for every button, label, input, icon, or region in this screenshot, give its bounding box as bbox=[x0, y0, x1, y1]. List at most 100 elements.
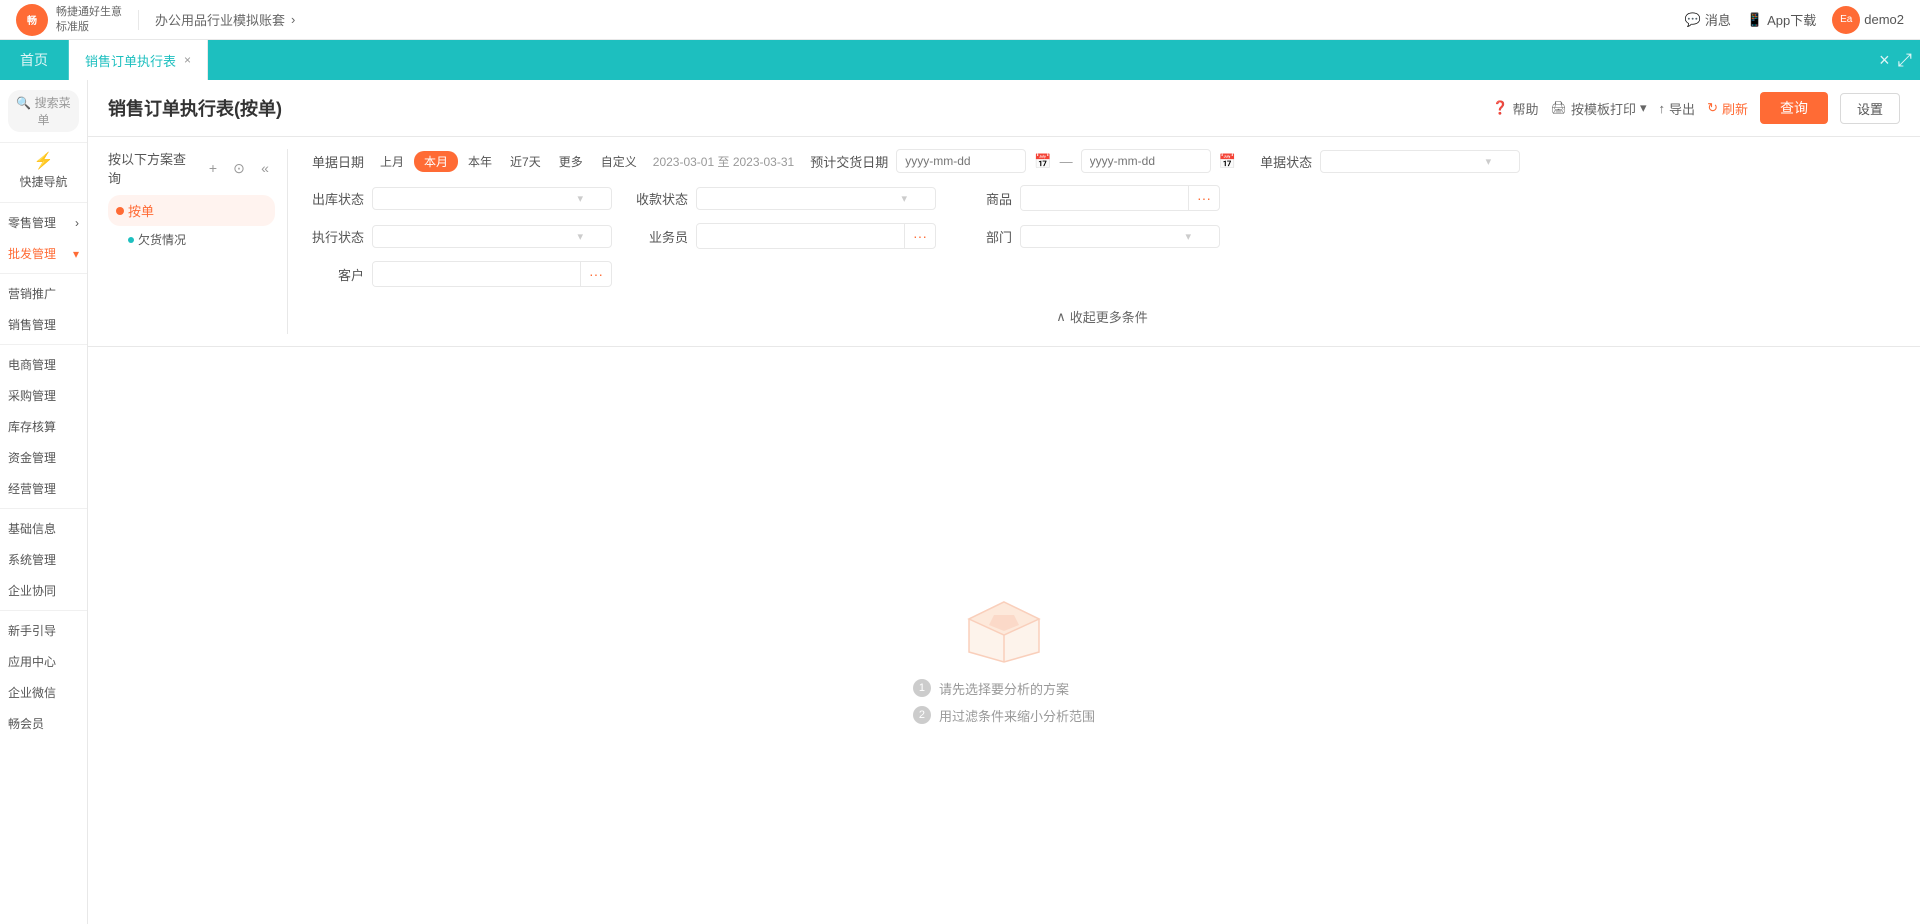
filter-with-scheme: 按以下方案查询 + ⊙ « 按单 欠货情况 bbox=[108, 149, 1900, 334]
window-close-button[interactable]: × bbox=[1879, 50, 1890, 71]
scheme-header: 按以下方案查询 + ⊙ « bbox=[108, 149, 275, 187]
sidebar-item-member[interactable]: 畅会员 bbox=[0, 708, 87, 739]
tab-close-button[interactable]: × bbox=[184, 53, 191, 67]
scheme-item-arrears[interactable]: 欠货情况 bbox=[108, 226, 275, 253]
sidebar-search-area[interactable]: 🔍 搜索菜单 bbox=[0, 80, 87, 143]
salesperson-input[interactable]: ··· bbox=[696, 223, 936, 249]
tab-home[interactable]: 首页 bbox=[0, 40, 69, 80]
query-button[interactable]: 查询 bbox=[1760, 92, 1828, 124]
salesperson-text-input[interactable] bbox=[697, 225, 904, 248]
logo-text: 畅捷通好生意 标准版 bbox=[56, 5, 122, 34]
department-label: 部门 bbox=[952, 227, 1012, 246]
filter-group-delivery: 出库状态 ▾ bbox=[304, 187, 612, 210]
goods-more-icon[interactable]: ··· bbox=[1188, 186, 1219, 210]
date-btn-last-month[interactable]: 上月 bbox=[372, 151, 412, 172]
sidebar-item-wechat[interactable]: 企业微信 bbox=[0, 677, 87, 708]
empty-state: 1 请先选择要分析的方案 2 用过滤条件来缩小分析范围 bbox=[88, 347, 1920, 924]
collapse-up-icon: ∧ bbox=[1056, 309, 1066, 325]
sidebar-item-purchase[interactable]: 采购管理 bbox=[0, 380, 87, 411]
main-layout: 🔍 搜索菜单 ⚡ 快捷导航 零售管理 › 批发管理 ▾ 营销推广 销售管理 电商… bbox=[0, 80, 1920, 924]
salesperson-more-icon[interactable]: ··· bbox=[904, 224, 935, 248]
app-download-nav[interactable]: 📱 App下载 bbox=[1747, 10, 1816, 29]
doc-status-label: 单据状态 bbox=[1252, 152, 1312, 171]
tab-sales-order[interactable]: 销售订单执行表 × bbox=[69, 40, 208, 80]
quick-nav-icon: ⚡ bbox=[34, 151, 54, 171]
sidebar-item-quick-nav[interactable]: ⚡ 快捷导航 bbox=[0, 143, 87, 198]
help-button[interactable]: ❓ 帮助 bbox=[1492, 99, 1538, 118]
print-icon: 🖨 bbox=[1550, 100, 1567, 116]
print-button[interactable]: 🖨 按模板打印 ▾ bbox=[1550, 99, 1646, 118]
empty-hint-2: 2 用过滤条件来缩小分析范围 bbox=[913, 706, 1095, 725]
empty-hint-1: 1 请先选择要分析的方案 bbox=[913, 679, 1095, 698]
filter-row-2: 出库状态 ▾ 收款状态 ▾ bbox=[304, 185, 1900, 211]
salesperson-label: 业务员 bbox=[628, 227, 688, 246]
chevron-right-icon: › bbox=[75, 216, 79, 230]
collection-status-select[interactable]: ▾ bbox=[696, 187, 936, 210]
export-button[interactable]: ↑ 导出 bbox=[1659, 99, 1696, 118]
delivery-status-select[interactable]: ▾ bbox=[372, 187, 612, 210]
scheme-sub-dot bbox=[128, 237, 134, 243]
sidebar-item-base[interactable]: 基础信息 bbox=[0, 513, 87, 544]
sidebar-item-enterprise[interactable]: 企业协同 bbox=[0, 575, 87, 606]
filter-group-goods: 商品 ··· bbox=[952, 185, 1220, 211]
chevron-down-icon: ▾ bbox=[73, 247, 79, 261]
refresh-button[interactable]: ↻ 刷新 bbox=[1707, 99, 1748, 118]
tab-bar: 首页 销售订单执行表 × × ⤢ bbox=[0, 40, 1920, 80]
filter-group-collection: 收款状态 ▾ bbox=[628, 187, 936, 210]
doc-status-select[interactable]: ▾ bbox=[1320, 150, 1520, 173]
window-maximize-button[interactable]: ⤢ bbox=[1898, 50, 1912, 71]
sidebar-item-operations[interactable]: 经营管理 bbox=[0, 473, 87, 504]
date-btn-this-month[interactable]: 本月 bbox=[414, 151, 458, 172]
department-select[interactable]: ▾ bbox=[1020, 225, 1220, 248]
sidebar-item-finance[interactable]: 资金管理 bbox=[0, 442, 87, 473]
goods-text-input[interactable] bbox=[1021, 187, 1188, 210]
customer-input[interactable]: ··· bbox=[372, 261, 612, 287]
execution-label: 执行状态 bbox=[304, 227, 364, 246]
collapse-button[interactable]: ∧ 收起更多条件 bbox=[304, 299, 1900, 334]
sidebar-item-apps[interactable]: 应用中心 bbox=[0, 646, 87, 677]
calendar-end-icon[interactable]: 📅 bbox=[1219, 153, 1236, 170]
avatar: Ea bbox=[1832, 6, 1860, 34]
delivery-label: 出库状态 bbox=[304, 189, 364, 208]
date-btn-custom[interactable]: 自定义 bbox=[593, 151, 645, 172]
goods-input[interactable]: ··· bbox=[1020, 185, 1220, 211]
sidebar-item-ecommerce[interactable]: 电商管理 bbox=[0, 349, 87, 380]
sidebar-item-wholesale[interactable]: 批发管理 ▾ bbox=[0, 238, 87, 269]
help-icon: ❓ bbox=[1492, 100, 1508, 116]
sidebar-item-inventory[interactable]: 库存核算 bbox=[0, 411, 87, 442]
search-menu-box[interactable]: 🔍 搜索菜单 bbox=[8, 90, 79, 132]
user-profile[interactable]: Ea demo2 bbox=[1832, 6, 1904, 34]
date-btn-this-year[interactable]: 本年 bbox=[460, 151, 500, 172]
sidebar-item-sales[interactable]: 销售管理 bbox=[0, 309, 87, 340]
date-separator: — bbox=[1060, 154, 1073, 169]
expected-date-start-input[interactable] bbox=[896, 149, 1026, 173]
sidebar-item-retail[interactable]: 零售管理 › bbox=[0, 207, 87, 238]
hint-number-1: 1 bbox=[913, 679, 931, 697]
sidebar-item-marketing[interactable]: 营销推广 bbox=[0, 278, 87, 309]
customer-text-input[interactable] bbox=[373, 263, 580, 286]
customer-more-icon[interactable]: ··· bbox=[580, 262, 611, 286]
scheme-add-button[interactable]: + bbox=[203, 158, 223, 178]
execution-status-select[interactable]: ▾ bbox=[372, 225, 612, 248]
empty-hints: 1 请先选择要分析的方案 2 用过滤条件来缩小分析范围 bbox=[913, 679, 1095, 725]
expected-date-end-input[interactable] bbox=[1081, 149, 1211, 173]
sidebar-item-newbie[interactable]: 新手引导 bbox=[0, 615, 87, 646]
message-nav[interactable]: 💬 消息 bbox=[1685, 10, 1731, 29]
settings-button[interactable]: 设置 bbox=[1840, 93, 1900, 124]
filter-main: 单据日期 上月 本月 本年 近7天 更多 自定义 2023-03-01 至 20… bbox=[288, 149, 1900, 334]
search-icon: 🔍 bbox=[16, 96, 31, 110]
active-tab-label: 销售订单执行表 bbox=[85, 51, 176, 70]
breadcrumb-arrow: › bbox=[291, 12, 295, 27]
scheme-collapse-button[interactable]: « bbox=[255, 158, 275, 178]
filter-group-customer: 客户 ··· bbox=[304, 261, 612, 287]
calendar-start-icon[interactable]: 📅 bbox=[1034, 153, 1051, 170]
date-btn-more[interactable]: 更多 bbox=[551, 151, 591, 172]
date-btn-7days[interactable]: 近7天 bbox=[502, 151, 549, 172]
sidebar-item-system[interactable]: 系统管理 bbox=[0, 544, 87, 575]
filter-row-4: 客户 ··· bbox=[304, 261, 1900, 287]
scheme-settings-button[interactable]: ⊙ bbox=[229, 158, 249, 178]
breadcrumb: 办公用品行业模拟账套 › bbox=[155, 10, 295, 29]
date-quick-buttons: 上月 本月 本年 近7天 更多 自定义 bbox=[372, 151, 645, 172]
scheme-item-press-order[interactable]: 按单 bbox=[108, 195, 275, 226]
export-icon: ↑ bbox=[1659, 101, 1666, 116]
